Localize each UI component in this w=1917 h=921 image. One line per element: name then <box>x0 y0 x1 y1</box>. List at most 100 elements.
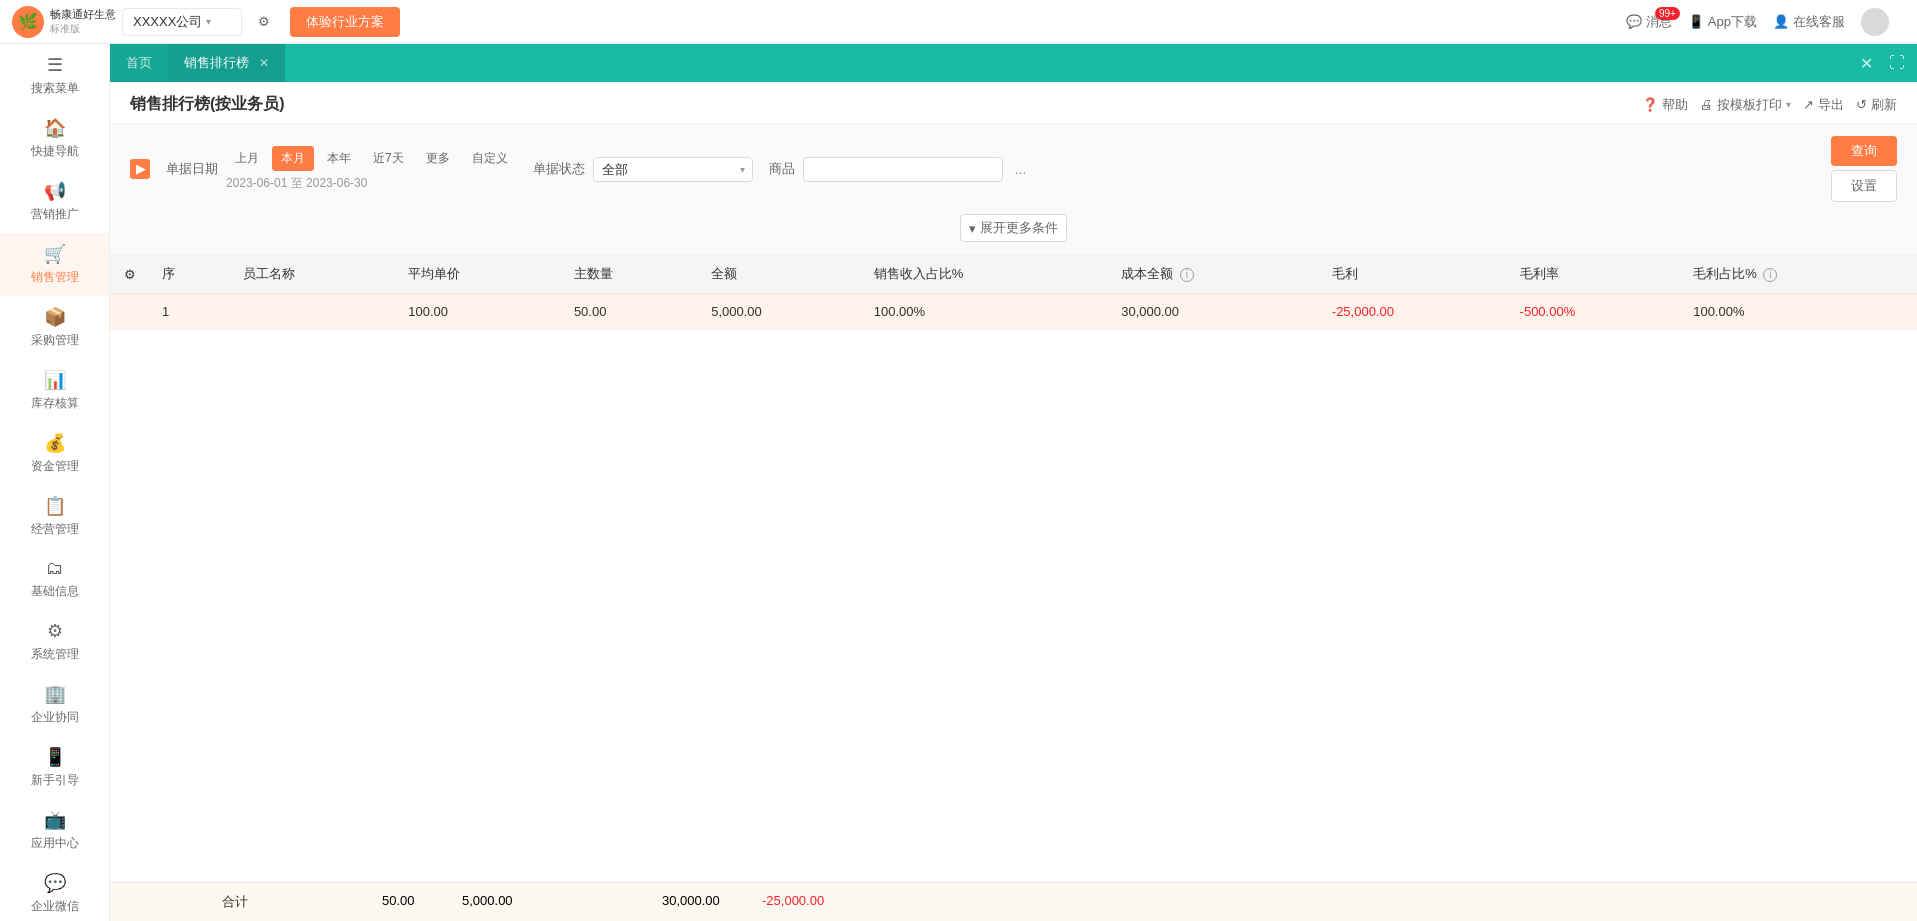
expand-btn-area: ▶ <box>130 159 150 179</box>
gear-icon: ⚙ <box>258 14 270 29</box>
tab-expand-btn[interactable]: ⛶ <box>1885 50 1909 76</box>
more-filters-btn[interactable]: ▾ 展开更多条件 <box>960 214 1067 242</box>
online-service-btn[interactable]: 👤 在线客服 <box>1773 13 1845 31</box>
filter-row-main: ▶ 单据日期 上月 本月 本年 近7天 更多 自定义 <box>130 136 1897 202</box>
tab-bar-actions: ✕ ⛶ <box>1856 50 1917 77</box>
col-gross-pct: 毛利占比% i <box>1681 255 1917 294</box>
sidebar-item-guide[interactable]: 📱 新手引导 <box>0 736 109 799</box>
footer-quantity: 50.00 <box>382 893 462 911</box>
sidebar-label-basic-info: 基础信息 <box>31 583 79 600</box>
cell-gross-pct: 100.00% <box>1681 294 1917 330</box>
export-label: 导出 <box>1818 96 1844 114</box>
sidebar-item-marketing[interactable]: 📢 营销推广 <box>0 170 109 233</box>
status-filter-label: 单据状态 <box>533 160 585 178</box>
date-filter-tabs-group: 上月 本月 本年 近7天 更多 自定义 2023-06-01 至 2023-06… <box>226 146 517 192</box>
enterprise-icon: 🏢 <box>44 683 66 705</box>
sidebar-item-app-center[interactable]: 📺 应用中心 <box>0 799 109 862</box>
table-body: 1 100.00 50.00 5,000.00 100.00% 30,000.0… <box>110 294 1917 330</box>
sidebar-item-basic-info[interactable]: 🗂 基础信息 <box>0 548 109 610</box>
sidebar-label-purchase-mgmt: 采购管理 <box>31 332 79 349</box>
tab-home[interactable]: 首页 <box>110 44 168 82</box>
tab-sales-rank[interactable]: 销售排行榜 ✕ <box>168 44 285 82</box>
basic-info-icon: 🗂 <box>46 558 64 579</box>
goods-filter-group: 商品 ... <box>769 157 1031 182</box>
page-title: 销售排行榜(按业务员) <box>130 94 285 115</box>
export-icon: ↗ <box>1803 97 1814 112</box>
sidebar-label-system: 系统管理 <box>31 646 79 663</box>
date-tab-custom[interactable]: 自定义 <box>463 146 517 171</box>
refresh-btn[interactable]: ↺ 刷新 <box>1856 96 1897 114</box>
message-btn[interactable]: 💬 消息 99+ <box>1626 13 1672 31</box>
data-table: ⚙ 序 员工名称 平均单价 主数量 全额 销售收入占比% 成本全额 i 毛利 <box>110 255 1917 330</box>
logo-text-block: 畅康通好生意 标准版 <box>50 7 116 35</box>
date-tab-more[interactable]: 更多 <box>417 146 459 171</box>
row-expand <box>110 294 150 330</box>
tab-bar: 首页 销售排行榜 ✕ ✕ ⛶ <box>110 44 1917 82</box>
sidebar-item-inventory[interactable]: 📊 库存核算 <box>0 359 109 422</box>
company-dropdown-arrow: ▾ <box>206 16 211 27</box>
sidebar-item-operations[interactable]: 📋 经营管理 <box>0 485 109 548</box>
finance-icon: 💰 <box>44 432 66 454</box>
app-download-btn[interactable]: 📱 App下载 <box>1688 13 1757 31</box>
trial-button[interactable]: 体验行业方案 <box>290 7 400 37</box>
table-footer: 合计 50.00 5,000.00 30,000.00 -25,000.00 <box>110 882 1917 921</box>
cell-gross: -25,000.00 <box>1320 294 1508 330</box>
filter-right-buttons: 查询 设置 <box>1831 136 1897 202</box>
goods-input[interactable] <box>803 157 1003 182</box>
cost-info-icon[interactable]: i <box>1180 268 1194 282</box>
marketing-icon: 📢 <box>44 180 66 202</box>
sidebar-item-wechat[interactable]: 💬 企业微信 <box>0 862 109 921</box>
date-tab-7days[interactable]: 近7天 <box>364 146 413 171</box>
col-rank: 序 <box>150 255 231 294</box>
company-name: XXXXX公司 <box>133 13 202 31</box>
help-icon: ❓ <box>1642 97 1658 112</box>
app-center-icon: 📺 <box>44 809 66 831</box>
content-area: 首页 销售排行榜 ✕ ✕ ⛶ 销售排行榜(按业务员) ❓ 帮助 <box>110 44 1917 921</box>
sidebar-item-quick-nav[interactable]: 🏠 快捷导航 <box>0 107 109 170</box>
company-selector[interactable]: XXXXX公司 ▾ <box>122 8 242 36</box>
goods-more-btn[interactable]: ... <box>1011 161 1031 177</box>
date-tab-this-month[interactable]: 本月 <box>272 146 314 171</box>
gross-pct-info-icon[interactable]: i <box>1763 268 1777 282</box>
table-row: 1 100.00 50.00 5,000.00 100.00% 30,000.0… <box>110 294 1917 330</box>
query-button[interactable]: 查询 <box>1831 136 1897 166</box>
date-tab-last-month[interactable]: 上月 <box>226 146 268 171</box>
col-gear[interactable]: ⚙ <box>110 255 150 294</box>
app-version: 标准版 <box>50 22 116 36</box>
tab-close-all-btn[interactable]: ✕ <box>1856 50 1877 77</box>
print-dropdown-arrow: ▾ <box>1786 99 1791 110</box>
template-print-btn[interactable]: 🖨 按模板打印 ▾ <box>1700 96 1791 114</box>
sidebar-item-search-order[interactable]: ☰ 搜索菜单 <box>0 44 109 107</box>
date-tab-this-year[interactable]: 本年 <box>318 146 360 171</box>
sidebar-item-finance[interactable]: 💰 资金管理 <box>0 422 109 485</box>
filter-expand-btn[interactable]: ▶ <box>130 159 150 179</box>
logo-icon: 🌿 <box>12 6 44 38</box>
sidebar-item-system[interactable]: ⚙ 系统管理 <box>0 610 109 673</box>
online-service-label: 在线客服 <box>1793 13 1845 31</box>
user-avatar[interactable] <box>1861 8 1889 36</box>
help-btn[interactable]: ❓ 帮助 <box>1642 96 1688 114</box>
sidebar-label-search-order: 搜索菜单 <box>31 80 79 97</box>
quick-nav-icon: 🏠 <box>44 117 66 139</box>
expand-more-row: ▾ 展开更多条件 <box>130 210 1897 242</box>
footer-amount: 5,000.00 <box>462 893 562 911</box>
footer-label: 合计 <box>222 893 302 911</box>
sidebar-item-enterprise[interactable]: 🏢 企业协同 <box>0 673 109 736</box>
sidebar-item-sales-mgmt[interactable]: 🛒 销售管理 <box>0 233 109 296</box>
app-name: 畅康通好生意 <box>50 7 116 21</box>
page-actions: ❓ 帮助 🖨 按模板打印 ▾ ↗ 导出 ↺ 刷新 <box>1642 96 1897 114</box>
cell-rank: 1 <box>150 294 231 330</box>
col-avg-price: 平均单价 <box>396 255 562 294</box>
refresh-icon: ↺ <box>1856 97 1867 112</box>
service-icon: 👤 <box>1773 14 1789 29</box>
message-badge: 99+ <box>1655 7 1680 20</box>
tab-close-icon[interactable]: ✕ <box>259 56 269 70</box>
sidebar-item-purchase-mgmt[interactable]: 📦 采购管理 <box>0 296 109 359</box>
export-btn[interactable]: ↗ 导出 <box>1803 96 1844 114</box>
cell-employee <box>231 294 397 330</box>
header-settings-btn[interactable]: ⚙ <box>250 8 278 36</box>
setting-button[interactable]: 设置 <box>1831 170 1897 202</box>
status-select[interactable]: 全部 已审核 未审核 <box>593 157 753 182</box>
more-filters-label: 展开更多条件 <box>980 219 1058 237</box>
top-header: 🌿 畅康通好生意 标准版 XXXXX公司 ▾ ⚙ 体验行业方案 💬 消息 99+… <box>0 0 1917 44</box>
